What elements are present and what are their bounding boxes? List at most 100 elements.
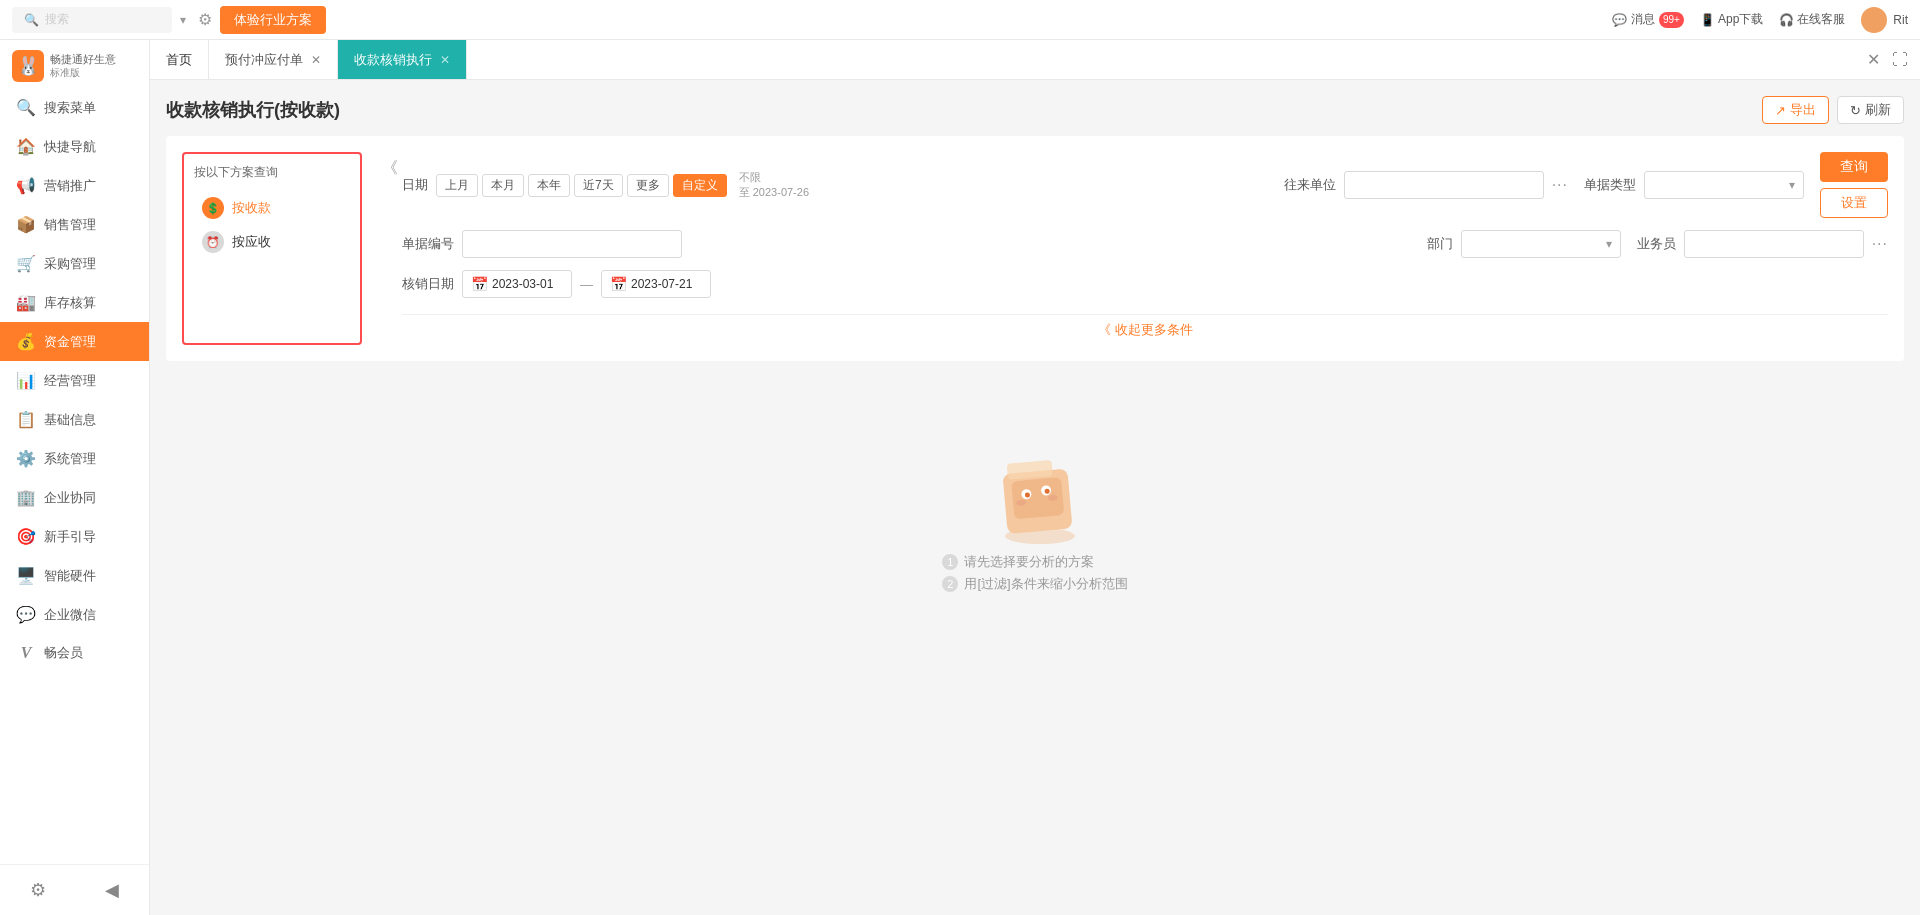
- filter-department-field: 部门 ▾: [1427, 230, 1621, 258]
- search-box[interactable]: 🔍 搜索: [12, 7, 172, 33]
- app-download-link[interactable]: 📱 App下载: [1700, 11, 1763, 28]
- collapse-icon: 《: [1098, 321, 1111, 339]
- filter-settings-button[interactable]: 设置: [1820, 188, 1888, 218]
- system-icon: ⚙️: [16, 449, 36, 468]
- message-label: 消息: [1631, 11, 1655, 28]
- tab-home[interactable]: 首页: [150, 40, 209, 79]
- search-chevron-icon[interactable]: ▾: [180, 13, 186, 27]
- industry-button[interactable]: 体验行业方案: [220, 6, 326, 34]
- marketing-icon: 📢: [16, 176, 36, 195]
- filter-option-by-receivable[interactable]: ⏰ 按应收: [194, 225, 350, 259]
- docnumber-input[interactable]: [462, 230, 682, 258]
- export-button[interactable]: ↗ 导出: [1762, 96, 1829, 124]
- filter-row-3: 核销日期 📅 2023-03-01 — 📅 2023-07-21: [402, 270, 1888, 298]
- salesperson-more-icon[interactable]: ···: [1872, 235, 1888, 253]
- date-btn-custom[interactable]: 自定义: [673, 174, 727, 197]
- avatar: [1861, 7, 1887, 33]
- refresh-button[interactable]: ↻ 刷新: [1837, 96, 1904, 124]
- page-header: 收款核销执行(按收款) ↗ 导出 ↻ 刷新: [166, 96, 1904, 124]
- filter-option-by-collection[interactable]: 💲 按收款: [194, 191, 350, 225]
- logo-icon: 🐰: [12, 50, 44, 82]
- content-area: 首页 预付冲应付单 ✕ 收款核销执行 ✕ ✕ ⛶ 收款核销执行(按收款): [150, 40, 1920, 915]
- sidebar-item-marketing[interactable]: 📢 营销推广: [0, 166, 149, 205]
- sidebar-item-member[interactable]: V 畅会员: [0, 634, 149, 672]
- logo-badge: 标准版: [50, 66, 116, 80]
- tab-actions: ✕ ⛶: [1855, 40, 1920, 79]
- filter-salesperson-field: 业务员 ···: [1637, 230, 1888, 258]
- sidebar-settings-icon[interactable]: ⚙: [24, 873, 52, 907]
- filter-scheme-panel: 按以下方案查询 💲 按收款 ⏰ 按应收: [182, 152, 362, 345]
- search-icon: 🔍: [16, 98, 36, 117]
- date-btn-last-month[interactable]: 上月: [436, 174, 478, 197]
- empty-tips: 1 请先选择要分析的方案 2 用[过滤]条件来缩小分析范围: [942, 553, 1127, 593]
- salesperson-input[interactable]: [1684, 230, 1864, 258]
- filter-date-field: 日期 上月 本月 本年 近7天 更多 自定义 不限 至: [402, 170, 809, 200]
- verifydate-to-input[interactable]: 📅 2023-07-21: [601, 270, 711, 298]
- docnumber-label: 单据编号: [402, 235, 454, 253]
- collapse-more-button[interactable]: 《 收起更多条件: [402, 314, 1888, 345]
- message-count-badge: 99+: [1659, 12, 1684, 28]
- finance-icon: 💰: [16, 332, 36, 351]
- page-header-actions: ↗ 导出 ↻ 刷新: [1762, 96, 1904, 124]
- user-area[interactable]: Rit: [1861, 7, 1908, 33]
- collection-scheme-icon: 💲: [202, 197, 224, 219]
- query-button[interactable]: 查询: [1820, 152, 1888, 182]
- tab-close-all-icon[interactable]: ✕: [1863, 48, 1884, 71]
- top-bar-right: 💬 消息 99+ 📱 App下载 🎧 在线客服 Rit: [1612, 7, 1908, 33]
- sidebar-item-purchase[interactable]: 🛒 采购管理: [0, 244, 149, 283]
- sidebar-item-sales[interactable]: 📦 销售管理: [0, 205, 149, 244]
- date-btn-this-year[interactable]: 本年: [528, 174, 570, 197]
- logo-area: 🐰 畅捷通好生意 标准版: [0, 40, 149, 88]
- date-btn-this-month[interactable]: 本月: [482, 174, 524, 197]
- enterprise-icon: 🏢: [16, 488, 36, 507]
- message-button[interactable]: 💬 消息 99+: [1612, 11, 1684, 28]
- settings-icon[interactable]: ⚙: [198, 10, 212, 29]
- date-label: 日期: [402, 176, 428, 194]
- sidebar-item-operation[interactable]: 📊 经营管理: [0, 361, 149, 400]
- logo-text: 畅捷通好生意: [50, 52, 116, 66]
- tab-prepay-close-icon[interactable]: ✕: [311, 53, 321, 67]
- sidebar-item-search[interactable]: 🔍 搜索菜单: [0, 88, 149, 127]
- top-bar-left: 🔍 搜索 ▾ ⚙ 体验行业方案: [12, 6, 1602, 34]
- salesperson-label: 业务员: [1637, 235, 1676, 253]
- date-separator: —: [580, 277, 593, 292]
- sidebar-item-wechat[interactable]: 💬 企业微信: [0, 595, 149, 634]
- date-btn-more[interactable]: 更多: [627, 174, 669, 197]
- sidebar-item-guide[interactable]: 🎯 新手引导: [0, 517, 149, 556]
- basicinfo-icon: 📋: [16, 410, 36, 429]
- verifydate-from-input[interactable]: 📅 2023-03-01: [462, 270, 572, 298]
- page-content: 收款核销执行(按收款) ↗ 导出 ↻ 刷新 按以下方案查询: [150, 80, 1920, 915]
- operation-icon: 📊: [16, 371, 36, 390]
- sidebar: 🐰 畅捷通好生意 标准版 🔍 搜索菜单 🏠 快捷导航 📢 营销推广 📦 销售管理…: [0, 40, 150, 915]
- sidebar-item-enterprise[interactable]: 🏢 企业协同: [0, 478, 149, 517]
- counterparty-label: 往来单位: [1284, 176, 1336, 194]
- date-btn-last7days[interactable]: 近7天: [574, 174, 623, 197]
- sidebar-item-basicinfo[interactable]: 📋 基础信息: [0, 400, 149, 439]
- tab-spacer: [467, 40, 1855, 79]
- filter-fields: 日期 上月 本月 本年 近7天 更多 自定义 不限 至: [402, 152, 1888, 345]
- counterparty-input[interactable]: [1344, 171, 1544, 199]
- message-icon: 💬: [1612, 13, 1627, 27]
- sales-icon: 📦: [16, 215, 36, 234]
- refresh-icon: ↻: [1850, 103, 1861, 118]
- tab-collection[interactable]: 收款核销执行 ✕: [338, 40, 467, 79]
- tab-prepay[interactable]: 预付冲应付单 ✕: [209, 40, 338, 79]
- sidebar-item-hardware[interactable]: 🖥️ 智能硬件: [0, 556, 149, 595]
- online-service-link[interactable]: 🎧 在线客服: [1779, 11, 1845, 28]
- doctype-select[interactable]: ▾: [1644, 171, 1804, 199]
- tab-expand-icon[interactable]: ⛶: [1888, 49, 1912, 71]
- department-select[interactable]: ▾: [1461, 230, 1621, 258]
- export-icon: ↗: [1775, 103, 1786, 118]
- inventory-icon: 🏭: [16, 293, 36, 312]
- tab-collection-close-icon[interactable]: ✕: [440, 53, 450, 67]
- member-icon: V: [16, 644, 36, 662]
- counterparty-more-icon[interactable]: ···: [1552, 176, 1568, 194]
- filter-panel: 按以下方案查询 💲 按收款 ⏰ 按应收 《: [166, 136, 1904, 361]
- sidebar-collapse-icon[interactable]: ◀: [99, 873, 125, 907]
- filter-row-1: 日期 上月 本月 本年 近7天 更多 自定义 不限 至: [402, 152, 1888, 218]
- sidebar-item-quicknav[interactable]: 🏠 快捷导航: [0, 127, 149, 166]
- sidebar-item-system[interactable]: ⚙️ 系统管理: [0, 439, 149, 478]
- filter-collapse-left-button[interactable]: 《: [378, 158, 402, 179]
- sidebar-item-finance[interactable]: 💰 资金管理: [0, 322, 149, 361]
- sidebar-item-inventory[interactable]: 🏭 库存核算: [0, 283, 149, 322]
